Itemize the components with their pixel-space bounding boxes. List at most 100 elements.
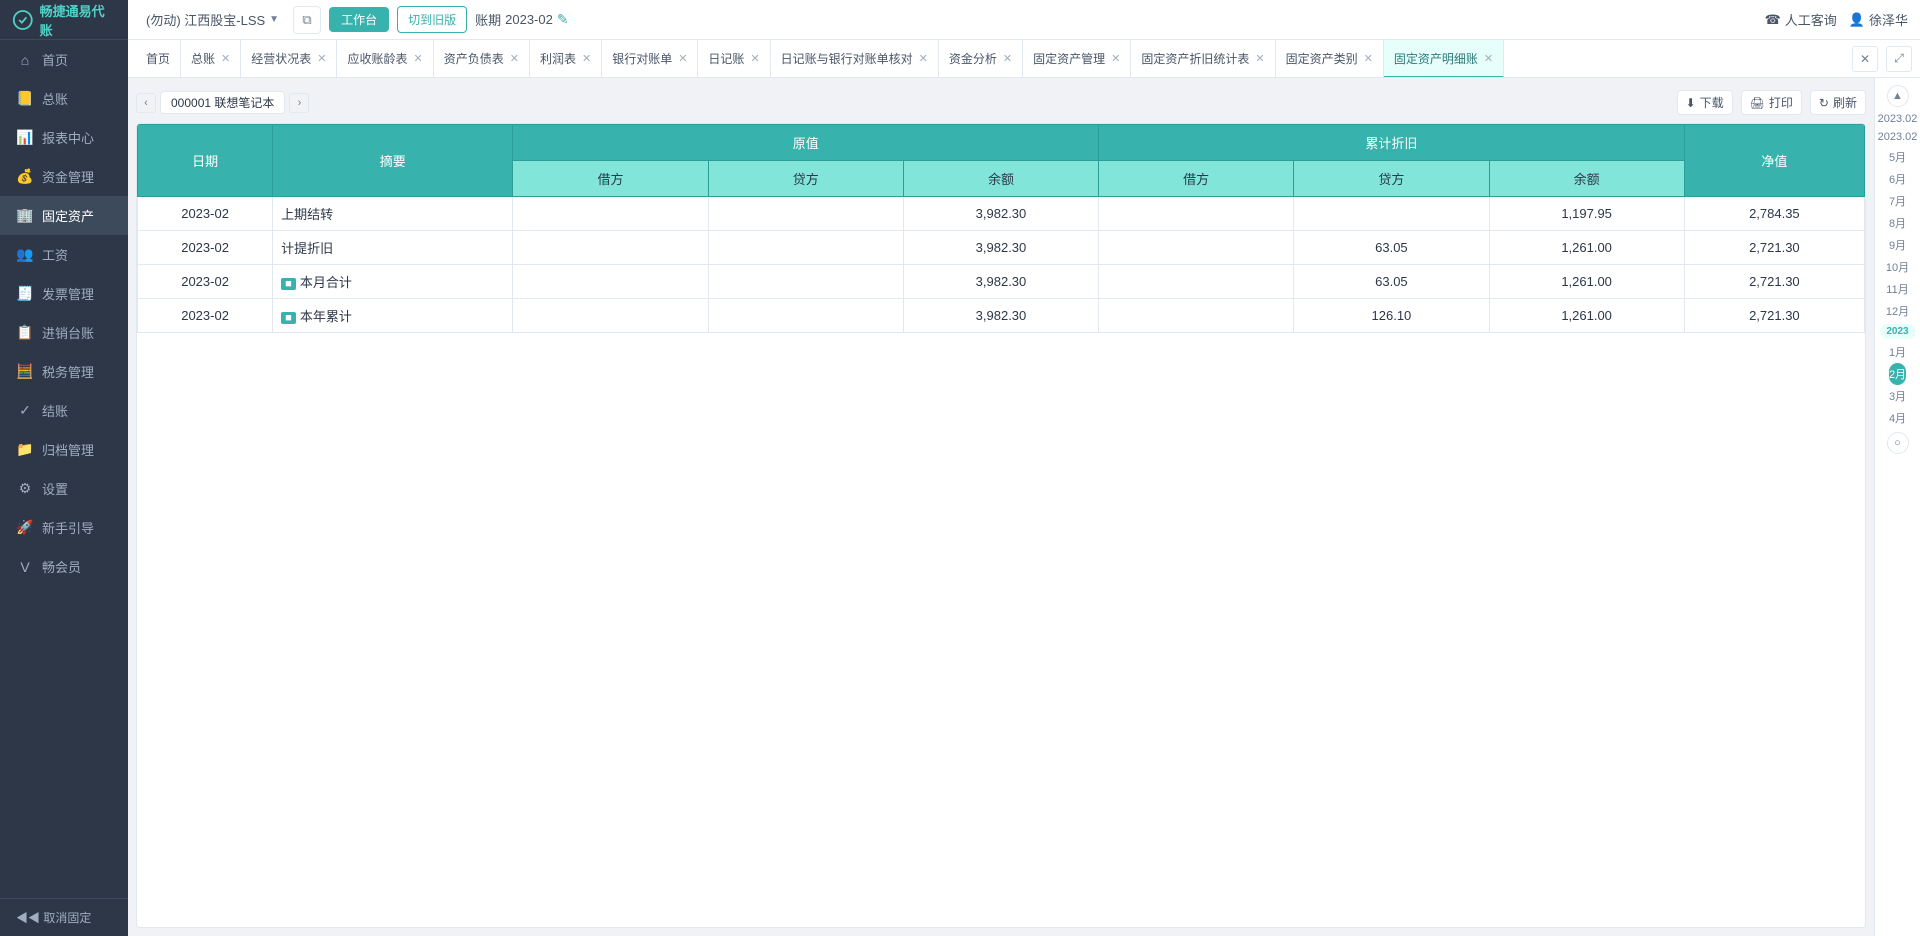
rs-month-2022-5月[interactable]: 5月: [1886, 146, 1909, 168]
tab-close-fixed_deprec[interactable]: ✕: [1255, 52, 1264, 65]
tab-close-bank[interactable]: ✕: [678, 52, 687, 65]
switch-old-button[interactable]: 切到旧版: [397, 6, 467, 33]
tab-close-receivable[interactable]: ✕: [414, 52, 423, 65]
tab-close-fixed_class[interactable]: ✕: [1364, 52, 1373, 65]
period-label: 账期: [475, 10, 501, 29]
tab-close-balance[interactable]: ✕: [510, 52, 519, 65]
sidebar-item-settlement[interactable]: ✓ 结账: [0, 391, 128, 430]
sidebar-label-reports: 报表中心: [42, 128, 94, 147]
sidebar-item-payroll[interactable]: 👥 工资: [0, 235, 128, 274]
tab-close-business[interactable]: ✕: [317, 52, 326, 65]
sidebar-item-general_ledger[interactable]: 📒 总账: [0, 79, 128, 118]
company-chevron-icon: ▼: [269, 14, 279, 25]
tab-close-fund[interactable]: ✕: [1003, 52, 1012, 65]
sidebar-scroll-up-btn[interactable]: ▲: [1887, 85, 1909, 107]
toolbar-right: ⬇ 下载 🖨 打印 ↻ 刷新: [1677, 90, 1866, 115]
close-all-tabs-btn[interactable]: ✕: [1852, 46, 1878, 72]
tab-close-general[interactable]: ✕: [221, 52, 230, 65]
rs-month-2022-6月[interactable]: 6月: [1886, 168, 1909, 190]
sidebar-item-sales_ledger[interactable]: 📋 进销台账: [0, 313, 128, 352]
breadcrumb-next-btn[interactable]: ›: [289, 93, 309, 113]
period-display: 账期 2023-02 ✎: [475, 10, 568, 29]
rs-month-2023-4月[interactable]: 4月: [1889, 407, 1906, 429]
table-row: 2023-02 计提折旧 3,982.30 63.05 1,261.00 2,7…: [138, 231, 1865, 265]
rs-month-2023-2月[interactable]: 2月: [1889, 363, 1906, 385]
tab-fixed_mgmt[interactable]: 固定资产管理✕: [1023, 40, 1131, 77]
print-btn[interactable]: 🖨 打印: [1741, 90, 1802, 115]
rs-month-2022-9月[interactable]: 9月: [1886, 234, 1909, 256]
rs-month-2023-1月[interactable]: 1月: [1889, 341, 1906, 363]
tab-fixed_detail[interactable]: 固定资产明细账✕: [1384, 40, 1504, 78]
sidebar-item-guide[interactable]: 🚀 新手引导: [0, 508, 128, 547]
tab-journal[interactable]: 日记账✕: [698, 40, 770, 77]
col-acc-credit: 贷方: [1294, 161, 1489, 197]
period-2023-02-second[interactable]: 2023.02: [1875, 128, 1920, 146]
rs-month-2022-12月[interactable]: 12月: [1886, 300, 1909, 322]
sidebar-item-vip[interactable]: V 畅会员: [0, 547, 128, 586]
cell-abstract: ■本年累计: [273, 299, 513, 333]
tab-home[interactable]: 首页: [136, 40, 181, 77]
sidebar-item-reports[interactable]: 📊 报表中心: [0, 118, 128, 157]
tab-close-fixed_detail[interactable]: ✕: [1484, 52, 1493, 65]
tab-receivable[interactable]: 应收账龄表✕: [337, 40, 433, 77]
copy-icon-btn[interactable]: ⧉: [293, 6, 321, 34]
rs-month-2022-10月[interactable]: 10月: [1886, 256, 1909, 278]
tab-business[interactable]: 经营状况表✕: [241, 40, 337, 77]
user-menu[interactable]: 👤 徐泽华: [1849, 10, 1908, 29]
cell-acc-debit: [1099, 299, 1294, 333]
sidebar-item-settings[interactable]: ⚙ 设置: [0, 469, 128, 508]
refresh-btn[interactable]: ↻ 刷新: [1810, 90, 1866, 115]
cell-orig-debit: [513, 231, 708, 265]
cell-acc-credit: [1294, 197, 1489, 231]
tab-close-journal[interactable]: ✕: [750, 52, 759, 65]
tab-fixed_class[interactable]: 固定资产类别✕: [1276, 40, 1384, 77]
rs-month-2022-7月[interactable]: 7月: [1886, 190, 1909, 212]
tab-reconcile[interactable]: 日记账与银行对账单核对✕: [771, 40, 939, 77]
sidebar-label-guide: 新手引导: [42, 518, 94, 537]
invoice-icon: 🧾: [16, 285, 34, 303]
period-edit-icon[interactable]: ✎: [557, 11, 569, 28]
rs-month-2022-8月[interactable]: 8月: [1886, 212, 1909, 234]
app-name: 畅捷通易代账: [40, 1, 116, 39]
tab-bank[interactable]: 银行对账单 ✕: [602, 40, 698, 77]
sidebar-circle-btn[interactable]: ○: [1887, 432, 1909, 454]
breadcrumb-prev-btn[interactable]: ‹: [136, 93, 156, 113]
cell-acc-credit: 63.05: [1294, 231, 1489, 265]
tab-close-profit[interactable]: ✕: [582, 52, 591, 65]
sidebar-item-archive[interactable]: 📁 归档管理: [0, 430, 128, 469]
sidebar-item-home[interactable]: ⌂ 首页: [0, 40, 128, 79]
sidebar-label-tax: 税务管理: [42, 362, 94, 381]
support-link[interactable]: ☎ 人工客询: [1765, 10, 1837, 29]
tab-close-reconcile[interactable]: ✕: [919, 52, 928, 65]
company-selector[interactable]: (勿动) 江西股宝-LSS ▼: [140, 10, 285, 29]
sidebar-label-settlement: 结账: [42, 401, 68, 420]
vip-icon: V: [16, 558, 34, 576]
tab-label-bank: 银行对账单: [612, 50, 672, 67]
sidebar-label-home: 首页: [42, 50, 68, 69]
copy-icon: ⧉: [302, 12, 311, 28]
cell-date: 2023-02: [138, 299, 273, 333]
sidebar-item-fixed_assets[interactable]: 🏢 固定资产: [0, 196, 128, 235]
rs-month-2023-3月[interactable]: 3月: [1889, 385, 1906, 407]
tab-balance[interactable]: 资产负债表✕: [434, 40, 530, 77]
user-name: 徐泽华: [1869, 10, 1908, 29]
period-2023-02-top[interactable]: 2023.02: [1875, 110, 1920, 128]
rs-month-2022-11月[interactable]: 11月: [1886, 278, 1909, 300]
main-content: ‹ 000001 联想笔记本 › ⬇ 下载 🖨 打印 ↻: [128, 78, 1874, 936]
cell-orig-balance: 3,982.30: [903, 265, 1098, 299]
tab-profit[interactable]: 利润表✕: [530, 40, 602, 77]
sidebar-item-tax[interactable]: 🧮 税务管理: [0, 352, 128, 391]
sidebar-unpin-btn[interactable]: ◀◀ 取消固定: [0, 898, 128, 936]
tab-general[interactable]: 总账✕: [181, 40, 241, 77]
workbench-button[interactable]: 工作台: [329, 7, 389, 32]
tab-close-fixed_mgmt[interactable]: ✕: [1111, 52, 1120, 65]
guide-icon: 🚀: [16, 519, 34, 537]
tab-fixed_deprec[interactable]: 固定资产折旧统计表✕: [1131, 40, 1275, 77]
sidebar-item-invoice[interactable]: 🧾 发票管理: [0, 274, 128, 313]
tab-fund[interactable]: 资金分析✕: [939, 40, 1023, 77]
cell-net-value: 2,721.30: [1684, 299, 1864, 333]
sidebar-item-fund_mgmt[interactable]: 💰 资金管理: [0, 157, 128, 196]
maximize-btn[interactable]: ⤢: [1886, 46, 1912, 72]
cell-orig-credit: [708, 299, 903, 333]
download-btn[interactable]: ⬇ 下载: [1677, 90, 1733, 115]
